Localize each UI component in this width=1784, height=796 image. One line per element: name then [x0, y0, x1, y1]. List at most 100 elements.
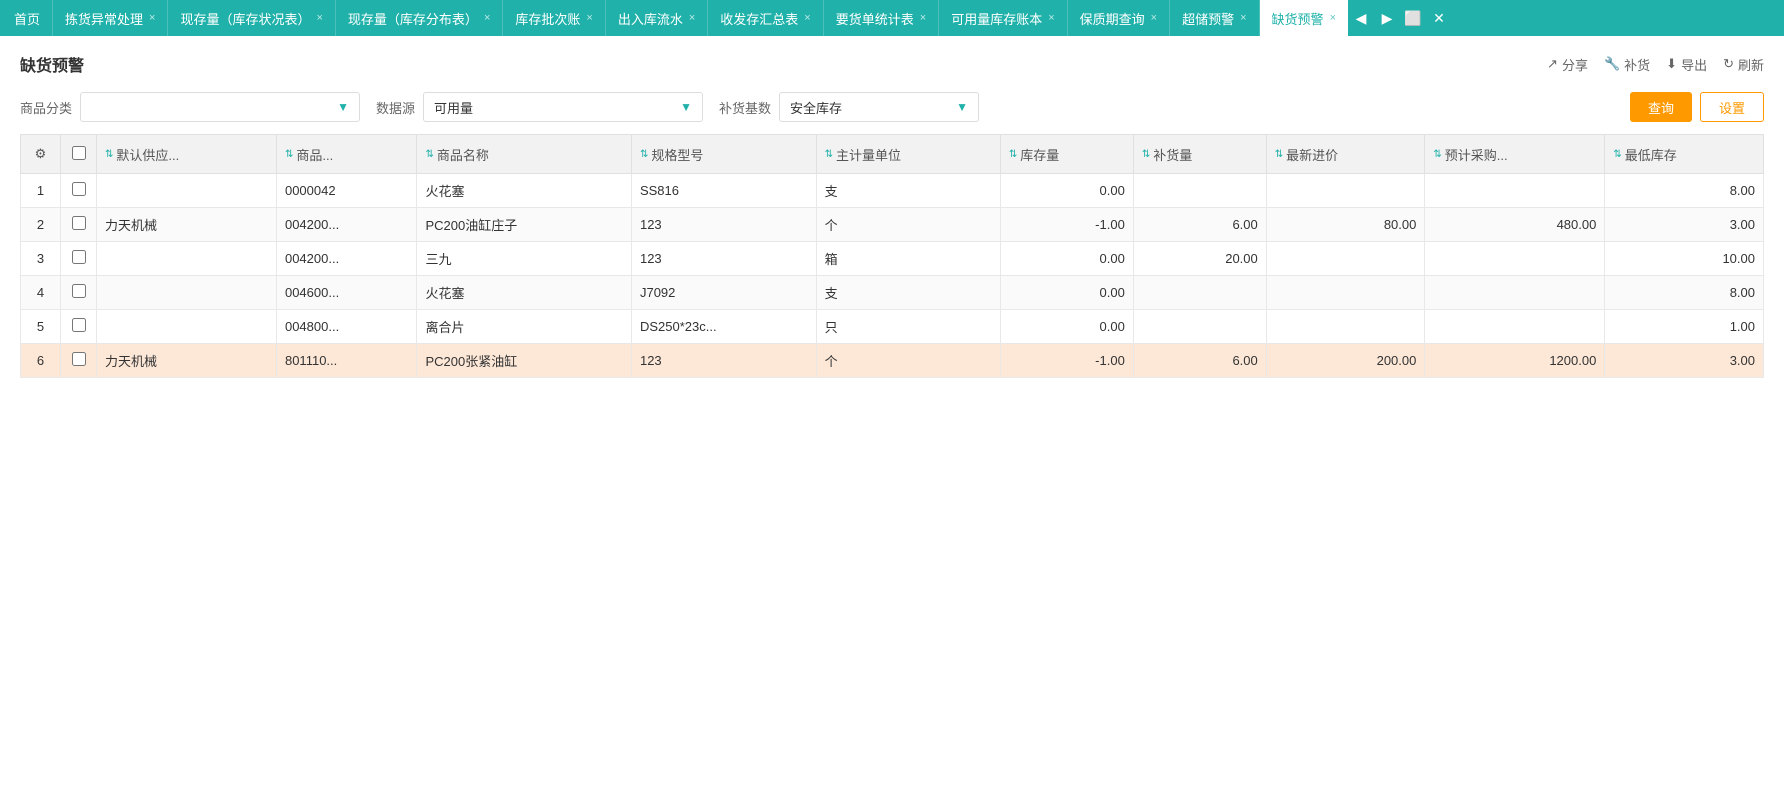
row-product-code: 004600... [276, 276, 416, 310]
tab-home[interactable]: 首页 [2, 0, 53, 36]
row-est-purchase [1425, 174, 1605, 208]
tab-close-available-ledger[interactable]: × [1048, 12, 1054, 24]
row-replenish-qty [1133, 276, 1266, 310]
row-unit: 支 [816, 174, 1000, 208]
header-actions: ↗ 分享 🔧 补货 ⬇ 导出 ↻ 刷新 [1547, 55, 1764, 74]
row-product-name: 火花塞 [417, 276, 632, 310]
row-checkbox-cell[interactable] [61, 310, 97, 344]
page-header: 缺货预警 ↗ 分享 🔧 补货 ⬇ 导出 ↻ 刷新 [20, 52, 1764, 76]
row-checkbox[interactable] [72, 318, 86, 332]
gear-icon[interactable]: ⚙ [30, 143, 52, 165]
tab-next-button[interactable]: ▶ [1374, 0, 1400, 36]
tab-exception[interactable]: 拣货异常处理 × [53, 0, 168, 36]
row-stock-qty: 0.00 [1000, 174, 1133, 208]
tab-bar: 首页 拣货异常处理 × 现存量（库存状况表） × 现存量（库存分布表） × 库存… [0, 0, 1784, 36]
row-latest-price [1266, 174, 1425, 208]
table-row: 3 004200... 三九 123 箱 0.00 20.00 10.00 [21, 242, 1764, 276]
datasource-select[interactable]: 可用量 ▼ [423, 92, 703, 122]
row-spec: 123 [631, 242, 816, 276]
row-checkbox-cell[interactable] [61, 174, 97, 208]
th-latest-price[interactable]: ⇅ 最新进价 [1266, 135, 1425, 174]
tab-order-stats[interactable]: 要货单统计表 × [824, 0, 939, 36]
row-spec: J7092 [631, 276, 816, 310]
sort-icon-est-purchase: ⇅ [1433, 149, 1441, 160]
tab-close-shortage[interactable]: × [1330, 12, 1336, 24]
row-checkbox[interactable] [72, 182, 86, 196]
replenish-base-filter-group: 补货基数 安全库存 ▼ [719, 92, 979, 122]
th-default-supplier[interactable]: ⇅ 默认供应... [97, 135, 277, 174]
row-checkbox-cell[interactable] [61, 276, 97, 310]
row-min-stock: 10.00 [1605, 242, 1764, 276]
row-replenish-qty: 20.00 [1133, 242, 1266, 276]
tab-shortage[interactable]: 缺货预警 × [1260, 0, 1348, 36]
row-spec: 123 [631, 208, 816, 242]
row-product-name: 三九 [417, 242, 632, 276]
settings-button[interactable]: 设置 [1700, 92, 1764, 122]
tab-inout-flow[interactable]: 出入库流水 × [606, 0, 708, 36]
row-min-stock: 8.00 [1605, 276, 1764, 310]
query-button[interactable]: 查询 [1630, 92, 1692, 122]
replenish-button[interactable]: 🔧 补货 [1604, 55, 1650, 74]
th-est-purchase[interactable]: ⇅ 预计采购... [1425, 135, 1605, 174]
row-est-purchase: 1200.00 [1425, 344, 1605, 378]
row-latest-price: 200.00 [1266, 344, 1425, 378]
tab-close-overstock[interactable]: × [1240, 12, 1246, 24]
tab-close-inout-flow[interactable]: × [689, 12, 695, 24]
tab-prev-button[interactable]: ◀ [1348, 0, 1374, 36]
th-unit[interactable]: ⇅ 主计量单位 [816, 135, 1000, 174]
tab-overstock[interactable]: 超储预警 × [1170, 0, 1259, 36]
tab-available-ledger[interactable]: 可用量库存账本 × [939, 0, 1067, 36]
select-all-checkbox[interactable] [72, 146, 86, 160]
table-row: 1 0000042 火花塞 SS816 支 0.00 8.00 [21, 174, 1764, 208]
row-checkbox[interactable] [72, 250, 86, 264]
row-checkbox[interactable] [72, 216, 86, 230]
row-index: 4 [21, 276, 61, 310]
tab-close-exception[interactable]: × [149, 12, 155, 24]
tab-close-order-stats[interactable]: × [920, 12, 926, 24]
sort-icon-spec: ⇅ [640, 149, 648, 160]
tab-batch-account[interactable]: 库存批次账 × [503, 0, 605, 36]
tab-inventory-status[interactable]: 现存量（库存状况表） × [168, 0, 335, 36]
th-replenish-qty[interactable]: ⇅ 补货量 [1133, 135, 1266, 174]
th-spec[interactable]: ⇅ 规格型号 [631, 135, 816, 174]
share-button[interactable]: ↗ 分享 [1547, 55, 1588, 74]
tab-close-expiry-query[interactable]: × [1151, 12, 1157, 24]
sort-icon-min-stock: ⇅ [1613, 149, 1621, 160]
th-stock-qty[interactable]: ⇅ 库存量 [1000, 135, 1133, 174]
th-product-name[interactable]: ⇅ 商品名称 [417, 135, 632, 174]
th-product-code[interactable]: ⇅ 商品... [276, 135, 416, 174]
row-est-purchase: 480.00 [1425, 208, 1605, 242]
tab-restore-button[interactable]: ⬜ [1400, 0, 1426, 36]
tab-receipt-summary[interactable]: 收发存汇总表 × [708, 0, 823, 36]
tab-close-inventory-dist[interactable]: × [484, 12, 490, 24]
tab-close-batch-account[interactable]: × [586, 12, 592, 24]
row-index: 3 [21, 242, 61, 276]
category-select[interactable]: ▼ [80, 92, 360, 122]
row-checkbox[interactable] [72, 352, 86, 366]
tab-expiry-query[interactable]: 保质期查询 × [1068, 0, 1170, 36]
row-supplier [97, 242, 277, 276]
row-replenish-qty: 6.00 [1133, 208, 1266, 242]
tab-close-inventory-status[interactable]: × [316, 12, 322, 24]
replenish-base-label: 补货基数 [719, 98, 771, 117]
share-icon: ↗ [1547, 56, 1558, 72]
row-checkbox-cell[interactable] [61, 344, 97, 378]
row-supplier [97, 174, 277, 208]
th-min-stock[interactable]: ⇅ 最低库存 [1605, 135, 1764, 174]
tab-inventory-dist[interactable]: 现存量（库存分布表） × [336, 0, 503, 36]
row-replenish-qty [1133, 174, 1266, 208]
row-checkbox-cell[interactable] [61, 242, 97, 276]
row-checkbox-cell[interactable] [61, 208, 97, 242]
row-unit: 箱 [816, 242, 1000, 276]
export-button[interactable]: ⬇ 导出 [1666, 55, 1707, 74]
tab-close-receipt-summary[interactable]: × [804, 12, 810, 24]
refresh-button[interactable]: ↻ 刷新 [1723, 55, 1764, 74]
row-replenish-qty [1133, 310, 1266, 344]
row-checkbox[interactable] [72, 284, 86, 298]
sort-icon-supplier: ⇅ [105, 149, 113, 160]
replenish-base-select[interactable]: 安全库存 ▼ [779, 92, 979, 122]
row-product-code: 004200... [276, 242, 416, 276]
replenish-base-select-value: 安全库存 [790, 98, 842, 117]
filter-bar: 商品分类 ▼ 数据源 可用量 ▼ 补货基数 安全库存 ▼ 查询 设置 [20, 92, 1764, 122]
tab-close-all-button[interactable]: ✕ [1426, 0, 1452, 36]
